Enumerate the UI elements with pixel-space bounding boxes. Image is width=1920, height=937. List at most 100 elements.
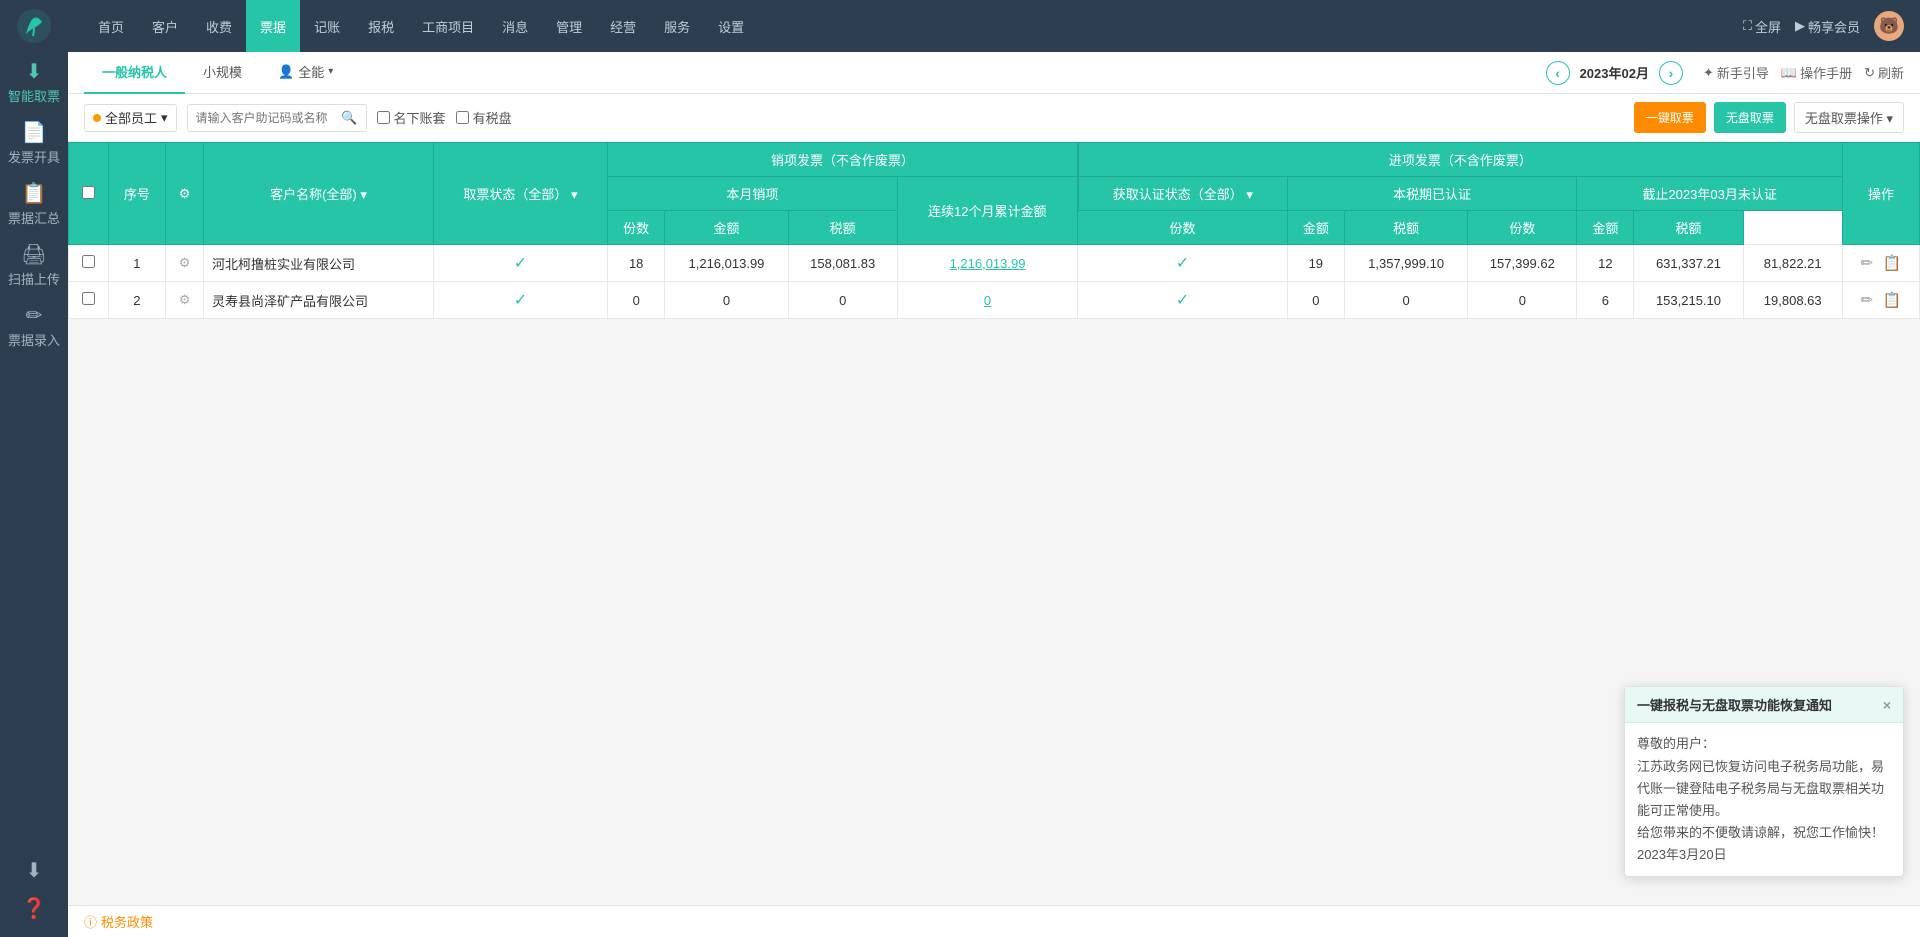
sidebar-item-invoice-summary[interactable]: 📋 票据汇总 — [0, 174, 68, 235]
tax-disk-checkbox-text: 有税盘 — [473, 108, 512, 127]
th-period-certified: 本税期已认证 — [1287, 177, 1577, 211]
notification-text: 尊敬的用户：江苏政务网已恢复访问电子税务局功能，易代账一键登陆电子税务局与无盘取… — [1637, 733, 1891, 866]
account-checkbox[interactable] — [377, 111, 390, 124]
row-pur-tax-0: 157,399.62 — [1468, 245, 1577, 282]
sidebar-item-help[interactable]: ❓ — [0, 889, 68, 927]
sidebar-bottom: ⬇ ❓ — [0, 851, 68, 937]
th-customer[interactable]: 客户名称(全部) ▾ — [204, 143, 434, 245]
row-pur-count-1: 0 — [1287, 282, 1344, 319]
sidebar-item-smart-fetch[interactable]: ⬇ 智能取票 — [0, 52, 68, 113]
help-icon: ❓ — [22, 899, 47, 919]
nav-message[interactable]: 消息 — [488, 0, 542, 52]
row-fetch-status-1: ✓ — [433, 282, 607, 319]
table-body: 1 ⚙ 河北柯撸桩实业有限公司 ✓ 18 1,216,013.99 158,08… — [69, 245, 1920, 319]
edit-icon-0[interactable]: ✏ — [1861, 255, 1874, 272]
main-table: 序号 ⚙ 客户名称(全部) ▾ 取票状态（全部） ▾ 销项发票（不含作废票） 进… — [68, 142, 1920, 319]
nav-business[interactable]: 工商项目 — [408, 0, 488, 52]
manual-btn[interactable]: 📖 操作手册 — [1781, 63, 1852, 82]
row-pur-tax-1: 0 — [1468, 282, 1577, 319]
row-fetch-status-0: ✓ — [433, 245, 607, 282]
row-12m-1[interactable]: 0 — [897, 282, 1078, 319]
row-sales-tax-1: 0 — [788, 282, 897, 319]
account-checkbox-label[interactable]: 名下账套 — [377, 108, 446, 127]
smart-fetch-icon: ⬇ — [26, 62, 43, 82]
topnav-right: ⛶ 全屏 ▶ 畅享会员 🐻 — [1743, 11, 1904, 41]
invoice-entry-icon: ✏ — [26, 306, 43, 326]
row-uncert-amount-0: 631,337.21 — [1634, 245, 1743, 282]
sidebar-item-scan-upload[interactable]: 🖨 扫描上传 — [0, 235, 68, 296]
row-settings-0[interactable]: ⚙ — [165, 245, 203, 282]
notification-close-btn[interactable]: × — [1883, 697, 1891, 713]
th-action: 操作 — [1842, 143, 1919, 245]
search-input[interactable] — [196, 111, 338, 125]
row-cert-status-1: ✓ — [1078, 282, 1287, 319]
one-key-fetch-button[interactable]: 一键取票 — [1634, 102, 1706, 133]
prev-period-btn[interactable]: ‹ — [1546, 61, 1570, 85]
notification-header: 一键报税与无盘取票功能恢复通知 × — [1625, 687, 1903, 723]
sidebar-item-scan-upload-label: 扫描上传 — [8, 269, 60, 288]
header-group-row: 序号 ⚙ 客户名称(全部) ▾ 取票状态（全部） ▾ 销项发票（不含作废票） 进… — [69, 143, 1920, 177]
th-sales-count: 份数 — [608, 211, 665, 245]
search-icon[interactable]: 🔍 — [341, 110, 357, 126]
copy-icon-0[interactable]: 📋 — [1883, 255, 1902, 272]
tax-disk-checkbox-label[interactable]: 有税盘 — [456, 108, 512, 127]
period-value: 2023年02月 — [1580, 63, 1649, 82]
nav-settings[interactable]: 设置 — [704, 0, 758, 52]
table-row: 2 ⚙ 灵寿县尚泽矿产品有限公司 ✓ 0 0 0 0 ✓ 0 0 0 6 153… — [69, 282, 1920, 319]
sidebar-item-download[interactable]: ⬇ — [0, 851, 68, 889]
th-sales-amount: 金额 — [665, 211, 788, 245]
row-checkbox-1[interactable] — [69, 282, 109, 319]
tab-general[interactable]: 一般纳税人 — [84, 52, 185, 94]
th-fetch-status[interactable]: 取票状态（全部） ▾ — [433, 143, 607, 245]
status-bar: ⓘ 税务政策 — [68, 905, 1920, 937]
tab-small[interactable]: 小规模 — [185, 52, 260, 94]
th-monthly-sales: 本月销项 — [608, 177, 898, 211]
row-customer-1: 灵寿县尚泽矿产品有限公司 — [204, 282, 434, 319]
sidebar-item-invoice-entry[interactable]: ✏ 票据录入 — [0, 296, 68, 357]
employee-select[interactable]: 全部员工 ▾ — [84, 104, 177, 132]
avatar[interactable]: 🐻 — [1874, 11, 1904, 41]
th-sales-tax: 税额 — [788, 211, 897, 245]
tax-disk-checkbox[interactable] — [456, 111, 469, 124]
no-disk-fetch-button[interactable]: 无盘取票 — [1714, 102, 1786, 133]
nav-billing[interactable]: 收费 — [192, 0, 246, 52]
tab-all[interactable]: 👤 全能 ▾ — [260, 52, 351, 94]
sidebar-item-issue-invoice[interactable]: 📄 发票开具 — [0, 113, 68, 174]
copy-icon-1[interactable]: 📋 — [1883, 292, 1902, 309]
select-all-checkbox[interactable] — [82, 186, 95, 199]
next-period-btn[interactable]: › — [1659, 61, 1683, 85]
vip-btn[interactable]: ▶ 畅享会员 — [1795, 17, 1860, 36]
th-cert-status[interactable]: 获取认证状态（全部） ▾ — [1078, 177, 1287, 211]
emp-dot — [93, 114, 101, 122]
th-pur-count: 份数 — [1078, 211, 1287, 245]
th-uncert-count: 份数 — [1468, 211, 1577, 245]
nav-operation[interactable]: 经营 — [596, 0, 650, 52]
row-no-0: 1 — [108, 245, 165, 282]
th-checkbox — [69, 143, 109, 245]
edit-icon-1[interactable]: ✏ — [1861, 292, 1874, 309]
tax-policy-link[interactable]: ⓘ 税务政策 — [84, 912, 153, 931]
row-uncert-count-1: 6 — [1577, 282, 1634, 319]
fullscreen-btn[interactable]: ⛶ 全屏 — [1743, 17, 1781, 36]
nav-tax[interactable]: 报税 — [354, 0, 408, 52]
nav-customer[interactable]: 客户 — [138, 0, 192, 52]
th-pur-amount: 金额 — [1287, 211, 1344, 245]
nav-service[interactable]: 服务 — [650, 0, 704, 52]
nav-home[interactable]: 首页 — [84, 0, 138, 52]
row-cert-status-0: ✓ — [1078, 245, 1287, 282]
th-purchase-header: 进项发票（不含作废票） — [1078, 143, 1843, 177]
tab-actions: ✦ 新手引导 📖 操作手册 ↻ 刷新 — [1703, 63, 1904, 82]
no-disk-ops-button[interactable]: 无盘取票操作 ▾ — [1794, 102, 1904, 133]
refresh-btn[interactable]: ↻ 刷新 — [1864, 63, 1904, 82]
nav-bookkeeping[interactable]: 记账 — [300, 0, 354, 52]
row-12m-0[interactable]: 1,216,013.99 — [897, 245, 1078, 282]
new-guide-btn[interactable]: ✦ 新手引导 — [1703, 63, 1769, 82]
toolbar-right: 一键取票 无盘取票 无盘取票操作 ▾ — [1634, 102, 1904, 133]
emp-select-label: 全部员工 — [105, 108, 157, 127]
row-checkbox-0[interactable] — [69, 245, 109, 282]
row-uncert-count-0: 12 — [1577, 245, 1634, 282]
nav-management[interactable]: 管理 — [542, 0, 596, 52]
row-settings-1[interactable]: ⚙ — [165, 282, 203, 319]
th-no: 序号 — [108, 143, 165, 245]
nav-invoice[interactable]: 票据 — [246, 0, 300, 52]
